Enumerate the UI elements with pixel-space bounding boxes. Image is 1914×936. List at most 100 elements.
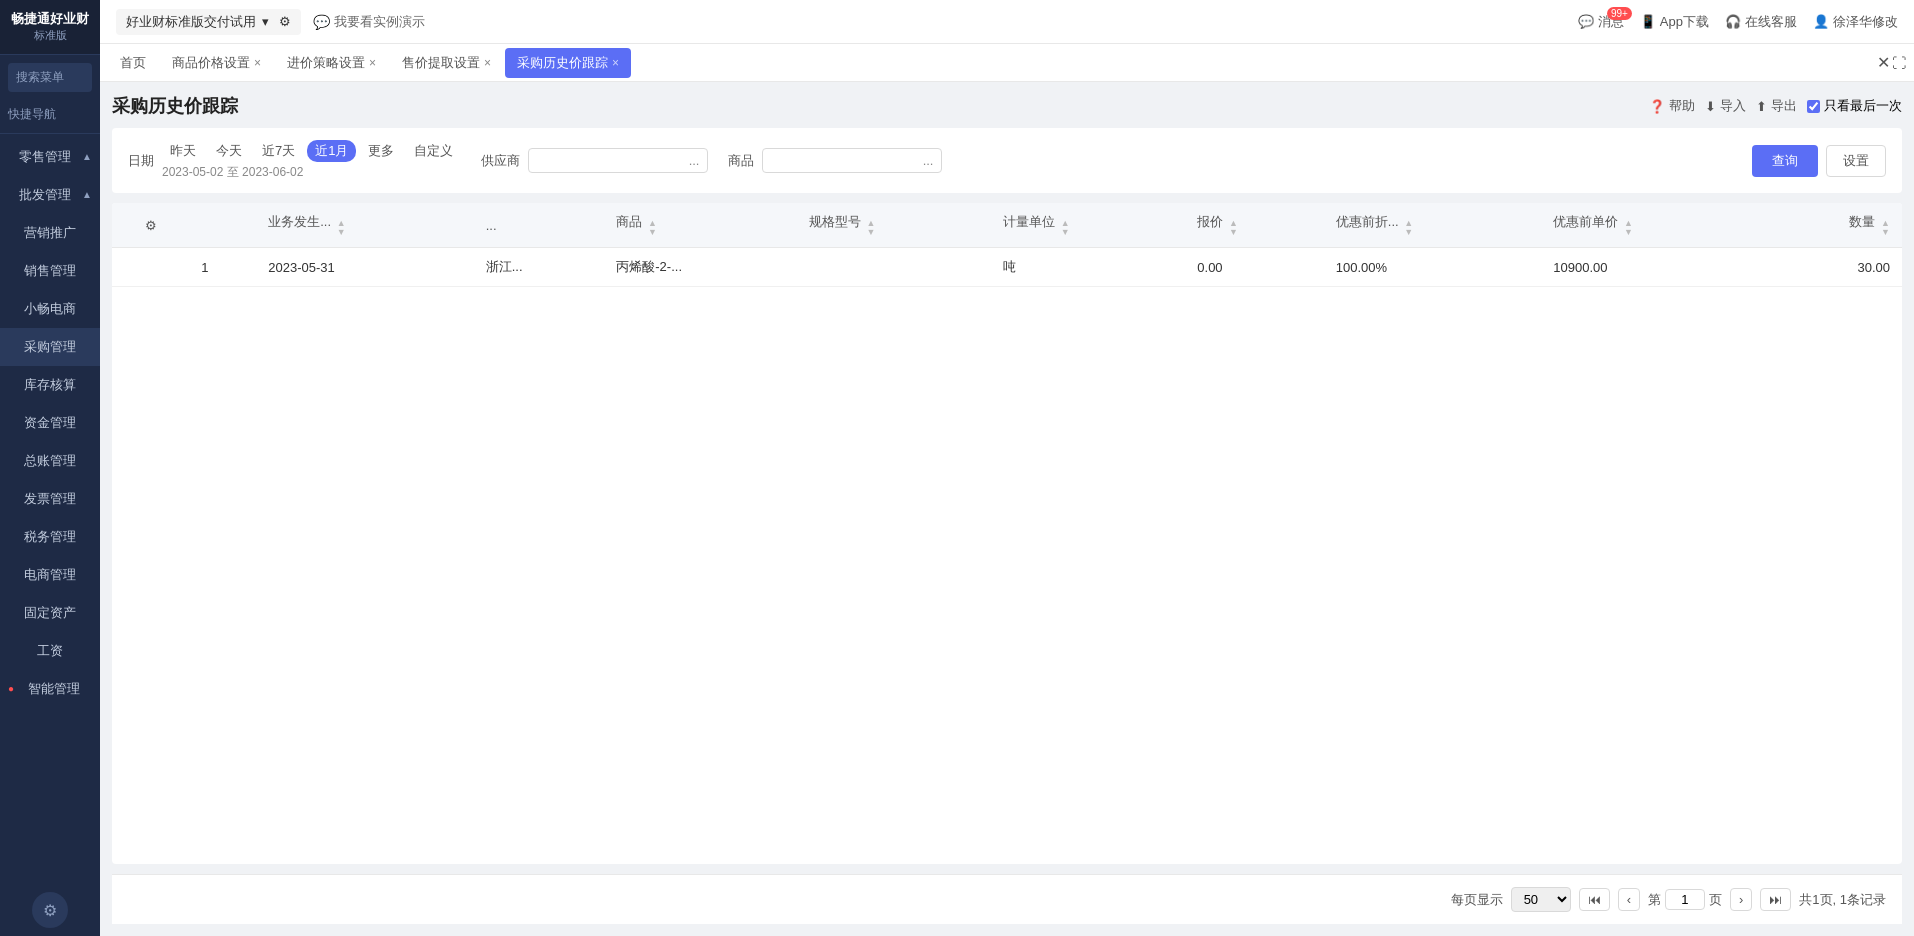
sidebar-item-smart[interactable]: ● 智能管理 — [0, 670, 100, 708]
sidebar-item-sales[interactable]: 销售管理 — [0, 252, 100, 290]
page-title: 采购历史价跟踪 — [112, 94, 238, 118]
table-row: 1 2023-05-31 浙江... 丙烯酸-2-... 吨 0.00 100.… — [112, 248, 1902, 287]
filter-buttons: 查询 设置 — [1752, 145, 1886, 177]
last-page-button[interactable]: ⏭ — [1760, 888, 1791, 911]
help-icon: ❓ — [1649, 99, 1665, 114]
cell-biz-date: 2023-05-31 — [256, 248, 474, 287]
tabbar: 首页 商品价格设置 × 进价策略设置 × 售价提取设置 × 采购历史价跟踪 × … — [100, 44, 1914, 82]
th-price[interactable]: 报价 ▲▼ — [1185, 203, 1323, 248]
sidebar-item-quicknav[interactable]: 快捷导航 — [0, 100, 100, 129]
th-index — [189, 203, 256, 248]
supplier-more-button[interactable]: ... — [689, 153, 700, 168]
tab-sale-price[interactable]: 售价提取设置 × — [390, 48, 503, 78]
prev-page-button[interactable]: ‹ — [1618, 888, 1640, 911]
import-button[interactable]: ⬇ 导入 — [1705, 97, 1746, 115]
export-button[interactable]: ⬆ 导出 — [1756, 97, 1797, 115]
only-last-input[interactable] — [1807, 100, 1820, 113]
date-option-custom[interactable]: 自定义 — [406, 140, 461, 162]
th-unit[interactable]: 计量单位 ▲▼ — [991, 203, 1185, 248]
date-option-1month[interactable]: 近1月 — [307, 140, 356, 162]
topbar: 好业财标准版交付试用 ▾ ⚙ 我要看实例演示 💬 消息 99+ 📱 App下载 … — [100, 0, 1914, 44]
sidebar-item-purchase[interactable]: 采购管理 — [0, 328, 100, 366]
goods-filter-group: 商品 ... — [728, 148, 942, 173]
tab-home-label: 首页 — [120, 54, 146, 72]
table-header-row: ⚙ 业务发生... ▲▼ ... 商品 ▲▼ — [112, 203, 1902, 248]
th-qty[interactable]: 数量 ▲▼ — [1763, 203, 1902, 248]
sidebar-item-inventory[interactable]: 库存核算 — [0, 366, 100, 404]
page-number-input[interactable] — [1665, 889, 1705, 910]
th-biz-date[interactable]: 业务发生... ▲▼ — [256, 203, 474, 248]
cell-index: 1 — [189, 248, 256, 287]
tab-sale-price-close[interactable]: × — [484, 56, 491, 70]
sidebar-item-finance[interactable]: 资金管理 — [0, 404, 100, 442]
th-pre-price[interactable]: 优惠前单价 ▲▼ — [1541, 203, 1763, 248]
tab-purchase-history-label: 采购历史价跟踪 — [517, 54, 608, 72]
sidebar-item-assets[interactable]: 固定资产 — [0, 594, 100, 632]
tab-sale-price-label: 售价提取设置 — [402, 54, 480, 72]
app-download-button[interactable]: 📱 App下载 — [1640, 13, 1709, 31]
user-menu-button[interactable]: 👤 徐泽华修改 — [1813, 13, 1898, 31]
help-label: 帮助 — [1669, 97, 1695, 115]
sidebar-item-invoice[interactable]: 发票管理 — [0, 480, 100, 518]
goods-input[interactable]: ... — [762, 148, 942, 173]
tab-purchase-strategy[interactable]: 进价策略设置 × — [275, 48, 388, 78]
supplier-input[interactable]: ... — [528, 148, 708, 173]
date-label: 日期 — [128, 152, 154, 170]
th-discount[interactable]: 优惠前折... ▲▼ — [1324, 203, 1542, 248]
tab-goods-price-close[interactable]: × — [254, 56, 261, 70]
date-options: 昨天 今天 近7天 近1月 更多 自定义 — [162, 140, 461, 162]
cell-supplier: 浙江... — [474, 248, 605, 287]
next-page-button[interactable]: › — [1730, 888, 1752, 911]
sort-icon-pre-price: ▲▼ — [1624, 219, 1633, 237]
per-page-select[interactable]: 50 10 20 100 — [1511, 887, 1571, 912]
sidebar-item-tax[interactable]: 税务管理 — [0, 518, 100, 556]
first-page-button[interactable]: ⏮ — [1579, 888, 1610, 911]
message-button[interactable]: 💬 消息 99+ — [1578, 13, 1624, 31]
filter-bar: 日期 昨天 今天 近7天 近1月 更多 自定义 2023-05-02 至 202… — [112, 128, 1902, 193]
sidebar-item-wholesale[interactable]: 批发管理 ▲ — [0, 176, 100, 214]
version-selector[interactable]: 好业财标准版交付试用 ▾ ⚙ — [116, 9, 301, 35]
date-option-7days[interactable]: 近7天 — [254, 140, 303, 162]
tab-goods-price[interactable]: 商品价格设置 × — [160, 48, 273, 78]
tabbar-close-button[interactable]: ✕ — [1877, 53, 1890, 72]
online-service-button[interactable]: 🎧 在线客服 — [1725, 13, 1797, 31]
sidebar-item-ecommerce[interactable]: 电商管理 — [0, 556, 100, 594]
th-goods[interactable]: 商品 ▲▼ — [604, 203, 797, 248]
tabbar-expand-button[interactable]: ⛶ — [1892, 55, 1906, 71]
supplier-label: 供应商 — [481, 152, 520, 170]
tab-purchase-strategy-close[interactable]: × — [369, 56, 376, 70]
sidebar-settings-button[interactable]: ⚙ — [32, 892, 68, 928]
tab-purchase-history[interactable]: 采购历史价跟踪 × — [505, 48, 631, 78]
cell-goods: 丙烯酸-2-... — [604, 248, 797, 287]
th-gear[interactable]: ⚙ — [112, 203, 189, 248]
th-spec[interactable]: 规格型号 ▲▼ — [797, 203, 991, 248]
goods-more-button[interactable]: ... — [923, 153, 934, 168]
help-button[interactable]: ❓ 帮助 — [1649, 97, 1695, 115]
settings-icon[interactable]: ⚙ — [279, 14, 291, 29]
sidebar-item-ecommerce-small[interactable]: 小畅电商 — [0, 290, 100, 328]
sidebar-item-ledger[interactable]: 总账管理 — [0, 442, 100, 480]
date-option-today[interactable]: 今天 — [208, 140, 250, 162]
wholesale-arrow-icon: ▲ — [82, 189, 92, 200]
date-option-yesterday[interactable]: 昨天 — [162, 140, 204, 162]
date-option-more[interactable]: 更多 — [360, 140, 402, 162]
tab-home[interactable]: 首页 — [108, 48, 158, 78]
th-more[interactable]: ... — [474, 203, 605, 248]
headset-icon: 🎧 — [1725, 14, 1741, 29]
export-icon: ⬆ — [1756, 99, 1767, 114]
topbar-right: 💬 消息 99+ 📱 App下载 🎧 在线客服 👤 徐泽华修改 — [1578, 13, 1898, 31]
pagination: 每页显示 50 10 20 100 ⏮ ‹ 第 页 › ⏭ 共1页, 1条记录 — [112, 874, 1902, 924]
sidebar-item-marketing[interactable]: 营销推广 — [0, 214, 100, 252]
sidebar-item-retail[interactable]: 零售管理 ▲ — [0, 138, 100, 176]
demo-button[interactable]: 我要看实例演示 — [313, 13, 425, 31]
only-last-checkbox[interactable]: 只看最后一次 — [1807, 97, 1902, 115]
table-container: ⚙ 业务发生... ▲▼ ... 商品 ▲▼ — [112, 203, 1902, 864]
tab-purchase-history-close[interactable]: × — [612, 56, 619, 70]
settings-button[interactable]: 设置 — [1826, 145, 1886, 177]
date-options-col: 昨天 今天 近7天 近1月 更多 自定义 2023-05-02 至 2023-0… — [162, 140, 461, 181]
version-label: 好业财标准版交付试用 — [126, 13, 256, 31]
query-button[interactable]: 查询 — [1752, 145, 1818, 177]
search-menu-button[interactable]: 搜索菜单 — [8, 63, 92, 92]
sidebar-item-salary[interactable]: 工资 — [0, 632, 100, 670]
sidebar-search-area: 搜索菜单 — [0, 55, 100, 100]
